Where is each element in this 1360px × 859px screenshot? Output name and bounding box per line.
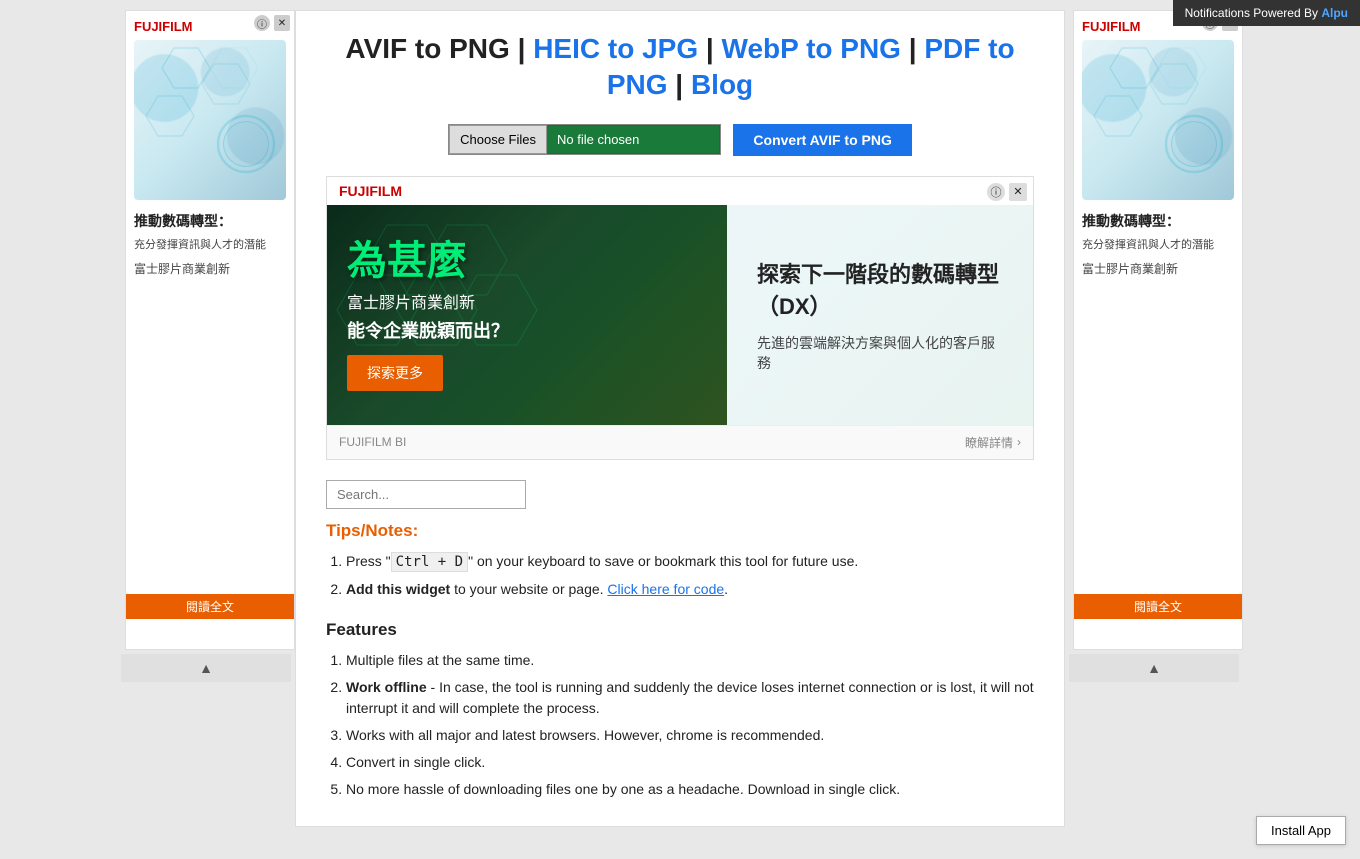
search-section: Tips/Notes: Press "Ctrl + D" on your key…	[326, 480, 1034, 800]
main-ad-image: 為甚麼 富士膠片商業創新 能令企業脫穎而出？ 探索更多	[327, 205, 727, 425]
main-ad-footer: FUJIFILM BI 瞭解詳情 ›	[327, 425, 1033, 459]
file-area: Choose Files No file chosen Convert AVIF…	[326, 124, 1034, 156]
hex-svg	[134, 40, 286, 200]
file-input-group: Choose Files No file chosen	[448, 124, 721, 155]
main-ad-close-icon[interactable]: ✕	[1009, 183, 1027, 201]
choose-files-button[interactable]: Choose Files	[449, 125, 547, 154]
convert-button[interactable]: Convert AVIF to PNG	[733, 124, 911, 156]
left-ad-controls: ⓘ ✕	[254, 15, 290, 31]
main-ad-image-tagline: 能令企業脫穎而出？	[347, 317, 707, 343]
main-ad-inner: 為甚麼 富士膠片商業創新 能令企業脫穎而出？ 探索更多 探索下一階段的數碼轉型（…	[327, 205, 1033, 425]
list-item: Press "Ctrl + D" on your keyboard to sav…	[346, 551, 1034, 573]
left-sidebar-graphic	[134, 40, 286, 200]
no-file-label: No file chosen	[547, 125, 720, 154]
right-ad-inner: FUJIFILM 推動數碼轉型： 充分發揮資訊與人才的潛能 富士	[1074, 11, 1242, 649]
left-scroll-up-button[interactable]: ▲	[121, 654, 291, 682]
right-sidebar-text: 推動數碼轉型： 充分發揮資訊與人才的潛能 富士膠片商業創新	[1082, 208, 1214, 281]
right-sidebar-bottom-bar[interactable]: 閱讀全文	[1074, 594, 1242, 619]
right-sidebar-tagline: 富士膠片商業創新	[1082, 260, 1214, 277]
blog-link[interactable]: Blog	[691, 69, 753, 100]
left-ad-info-icon[interactable]: ⓘ	[254, 15, 270, 31]
list-item: Convert in single click.	[346, 752, 1034, 773]
main-ad-right-title: 探索下一階段的數碼轉型（DX）	[757, 257, 1003, 321]
page-title: AVIF to PNG | HEIC to JPG | WebP to PNG …	[326, 31, 1034, 104]
webp-to-png-link[interactable]: WebP to PNG	[722, 33, 901, 64]
left-sidebar-logo: FUJIFILM	[134, 19, 193, 34]
features-heading: Features	[326, 620, 1034, 640]
main-ad-top-bar: FUJIFILM	[327, 177, 1033, 205]
main-ad-footer-right[interactable]: 瞭解詳情 ›	[965, 434, 1021, 451]
add-widget-bold: Add this widget	[346, 581, 450, 597]
main-ad-right-desc: 先進的雲端解決方案與個人化的客戶服務	[757, 333, 1003, 373]
tips-list: Press "Ctrl + D" on your keyboard to sav…	[346, 551, 1034, 600]
click-here-link[interactable]: Click here for code	[607, 581, 724, 597]
main-ad-controls: ⓘ ✕	[987, 183, 1027, 201]
main-ad-footer-right-text: 瞭解詳情	[965, 434, 1013, 451]
list-item: No more hassle of downloading files one …	[346, 779, 1034, 800]
left-sidebar-ad: ⓘ ✕ FUJIFILM	[125, 10, 295, 650]
tips-heading: Tips/Notes:	[326, 521, 1034, 541]
right-sidebar-subtext: 充分發揮資訊與人才的潛能	[1082, 236, 1214, 252]
list-item: Works with all major and latest browsers…	[346, 725, 1034, 746]
install-app-button[interactable]: Install App	[1256, 816, 1346, 845]
left-ad-close-icon[interactable]: ✕	[274, 15, 290, 31]
notification-bar: Notifications Powered By Alpu	[1173, 0, 1360, 26]
main-ad-explore-button[interactable]: 探索更多	[347, 355, 443, 391]
main-ad-banner: ⓘ ✕ FUJIFILM	[326, 176, 1034, 460]
left-sidebar-subtext: 充分發揮資訊與人才的潛能	[134, 236, 266, 252]
left-sidebar-wrapper: ⓘ ✕ FUJIFILM	[121, 10, 291, 682]
right-sidebar-wrapper: ⓘ ✕ FUJIFILM 推動數碼轉型：	[1069, 10, 1239, 682]
search-input[interactable]	[326, 480, 526, 509]
title-static: AVIF to PNG |	[345, 33, 533, 64]
right-hex-svg	[1082, 40, 1234, 200]
ctrl-d-code: Ctrl + D	[391, 552, 468, 572]
notification-brand: Alpu	[1321, 6, 1348, 20]
main-ad-footer-left: FUJIFILM BI	[339, 435, 406, 449]
page-header: AVIF to PNG | HEIC to JPG | WebP to PNG …	[326, 31, 1034, 104]
features-list: Multiple files at the same time. Work of…	[346, 650, 1034, 800]
main-ad-right: 探索下一階段的數碼轉型（DX） 先進的雲端解決方案與個人化的客戶服務	[727, 205, 1033, 425]
main-ad-image-text: 為甚麼	[347, 239, 707, 283]
main-ad-info-icon[interactable]: ⓘ	[987, 183, 1005, 201]
main-ad-logo: FUJIFILM	[339, 183, 402, 199]
main-ad-image-subtext: 富士膠片商業創新	[347, 289, 707, 313]
left-sidebar-bottom-bar[interactable]: 閱讀全文	[126, 594, 294, 619]
page-wrapper: ⓘ ✕ FUJIFILM	[0, 0, 1360, 859]
work-offline-bold: Work offline	[346, 679, 427, 695]
list-item: Work offline - In case, the tool is runn…	[346, 677, 1034, 719]
right-sidebar-graphic	[1082, 40, 1234, 200]
main-content: AVIF to PNG | HEIC to JPG | WebP to PNG …	[295, 10, 1065, 827]
right-sidebar-logo: FUJIFILM	[1082, 19, 1141, 34]
left-sidebar-text: 推動數碼轉型： 充分發揮資訊與人才的潛能 富士膠片商業創新	[134, 208, 266, 281]
right-sidebar-heading: 推動數碼轉型：	[1082, 212, 1214, 232]
list-item: Multiple files at the same time.	[346, 650, 1034, 671]
list-item: Add this widget to your website or page.…	[346, 579, 1034, 600]
left-sidebar-tagline: 富士膠片商業創新	[134, 260, 266, 277]
left-ad-inner: FUJIFILM 推動數碼轉型： 充分發揮資訊與人才的潛能	[126, 11, 294, 649]
heic-to-jpg-link[interactable]: HEIC to JPG	[533, 33, 698, 64]
main-ad-chevron-icon: ›	[1017, 435, 1021, 449]
notification-text: Notifications Powered By	[1185, 6, 1322, 20]
right-sidebar-ad: ⓘ ✕ FUJIFILM 推動數碼轉型：	[1073, 10, 1243, 650]
right-scroll-up-button[interactable]: ▲	[1069, 654, 1239, 682]
left-sidebar-heading: 推動數碼轉型：	[134, 212, 266, 232]
